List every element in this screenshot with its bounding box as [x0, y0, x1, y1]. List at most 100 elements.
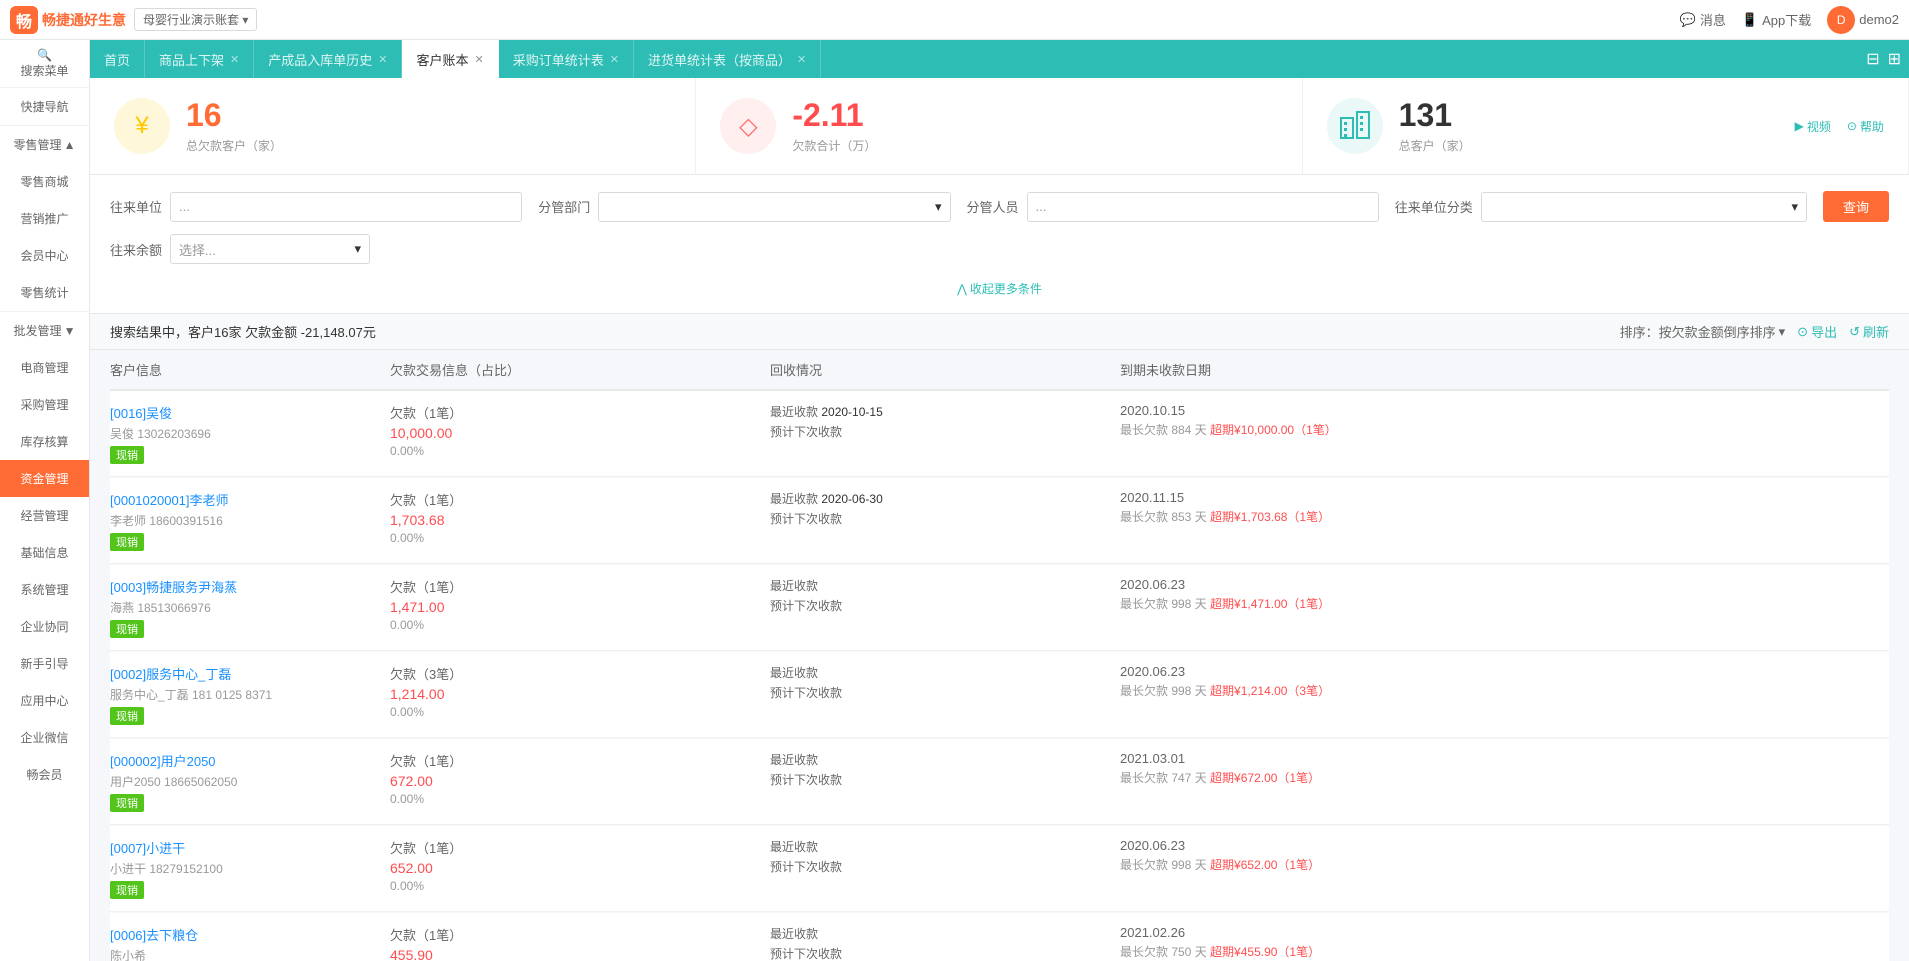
- overdue-info-3: 2020.06.23 最长欠款 998 天 超期¥1,214.00（3笔）: [1120, 664, 1889, 699]
- sidebar-item-ops-mgmt[interactable]: 经营管理: [0, 497, 89, 534]
- source-unit-input[interactable]: ...: [170, 192, 522, 222]
- sidebar-item-enterprise[interactable]: 企业协同: [0, 608, 89, 645]
- tab-close-purchase-orders[interactable]: ✕: [610, 53, 619, 66]
- overdue-days-0: 最长欠款 884 天 超期¥10,000.00（1笔）: [1120, 421, 1889, 438]
- tab-purchase-orders[interactable]: 采购订单统计表 ✕: [499, 40, 634, 78]
- customer-name-0[interactable]: [0016]吴俊: [110, 403, 390, 422]
- sidebar-item-system[interactable]: 系统管理: [0, 571, 89, 608]
- video-btn[interactable]: ▶ 视频: [1795, 118, 1831, 135]
- unit-category-select[interactable]: ▾: [1481, 192, 1807, 222]
- header-customer: 客户信息: [110, 360, 390, 379]
- overdue-days-5: 最长欠款 998 天 超期¥652.00（1笔）: [1120, 856, 1889, 873]
- filter-source-unit: 往来单位 ...: [110, 192, 522, 222]
- table-row: [0016]吴俊 吴俊 13026203696 现销 欠款（1笔） 10,000…: [110, 391, 1889, 477]
- customer-name-2[interactable]: [0003]畅捷服务尹海蒸: [110, 577, 390, 596]
- tab-maximize-btn[interactable]: ⊞: [1888, 49, 1901, 69]
- top-bar: 畅 畅捷通好生意 母婴行业演示账套 ▾ 💬 消息 📱 App下载 D demo2: [0, 0, 1909, 40]
- customer-phone-2: 海燕 18513066976: [110, 599, 390, 616]
- sidebar-item-purchase-mgmt[interactable]: 采购管理: [0, 386, 89, 423]
- customer-info-6: [0006]去下粮仓 陈小希 现销: [110, 925, 390, 961]
- recovery-last-4: 最近收款: [770, 751, 1120, 768]
- recovery-next-2: 预计下次收款: [770, 597, 1120, 614]
- debt-amount-2[interactable]: 1,471.00: [390, 599, 770, 615]
- person-input[interactable]: ...: [1027, 192, 1379, 222]
- overdue-days-2: 最长欠款 998 天 超期¥1,471.00（1笔）: [1120, 595, 1889, 612]
- sort-select[interactable]: 排序：按欠款金额倒序排序 ▾: [1620, 322, 1786, 341]
- customer-name-3[interactable]: [0002]服务中心_丁磊: [110, 664, 390, 683]
- debt-count-4: 欠款（1笔）: [390, 751, 770, 770]
- search-button[interactable]: 查询: [1823, 191, 1889, 222]
- sidebar-item-new-guide[interactable]: 新手引导: [0, 645, 89, 682]
- overdue-date-0: 2020.10.15: [1120, 403, 1889, 418]
- debt-amount-1[interactable]: 1,703.68: [390, 512, 770, 528]
- stat-card-debt-customers: ¥ 16 总欠款客户（家）: [90, 78, 696, 174]
- stat-card-total-customers: 131 总客户（家） ▶ 视频 ⊙ 帮助: [1303, 78, 1909, 174]
- sidebar-item-basic-info[interactable]: 基础信息: [0, 534, 89, 571]
- recovery-info-5: 最近收款 预计下次收款: [770, 838, 1120, 878]
- overdue-info-6: 2021.02.26 最长欠款 750 天 超期¥455.90（1笔）: [1120, 925, 1889, 960]
- message-btn[interactable]: 💬 消息: [1680, 10, 1726, 29]
- tab-close-purchase-stats[interactable]: ✕: [797, 53, 806, 66]
- dept-select[interactable]: ▾: [598, 192, 950, 222]
- help-btn[interactable]: ⊙ 帮助: [1847, 118, 1884, 135]
- tab-close-customer-account[interactable]: ✕: [475, 53, 484, 66]
- status-badge-0: 现销: [110, 446, 144, 464]
- debt-amount-label: 欠款合计（万）: [792, 137, 876, 154]
- debt-amount-3[interactable]: 1,214.00: [390, 686, 770, 702]
- app-download-btn[interactable]: 📱 App下载: [1742, 10, 1811, 29]
- sidebar-item-retail-mgmt[interactable]: 零售管理 ▲: [0, 126, 89, 163]
- sidebar-item-ecommerce[interactable]: 电商管理: [0, 349, 89, 386]
- recovery-last-1: 最近收款 2020-06-30: [770, 490, 1120, 507]
- customer-name-6[interactable]: [0006]去下粮仓: [110, 925, 390, 944]
- sidebar-item-marketing[interactable]: 营销推广: [0, 200, 89, 237]
- tab-home[interactable]: 首页: [90, 40, 145, 78]
- sidebar-item-corp-wechat[interactable]: 企业微信: [0, 719, 89, 756]
- table-row: [0001020001]李老师 李老师 18600391516 现销 欠款（1笔…: [110, 478, 1889, 564]
- recovery-next-4: 预计下次收款: [770, 771, 1120, 788]
- tab-close-production[interactable]: ✕: [378, 53, 387, 66]
- debt-amount-6[interactable]: 455.90: [390, 947, 770, 961]
- tab-close-products[interactable]: ✕: [230, 53, 239, 66]
- status-badge-4: 现销: [110, 794, 144, 812]
- recovery-last-6: 最近收款: [770, 925, 1120, 942]
- export-btn[interactable]: ⊙ 导出: [1797, 322, 1837, 341]
- debt-count-0: 欠款（1笔）: [390, 403, 770, 422]
- sidebar-search[interactable]: 🔍 搜索菜单: [0, 40, 89, 88]
- sidebar-item-finance[interactable]: 资金管理: [0, 460, 89, 497]
- debt-amount-0[interactable]: 10,000.00: [390, 425, 770, 441]
- sidebar-item-batch-mgmt[interactable]: 批发管理 ▼: [0, 312, 89, 349]
- debt-info-2: 欠款（1笔） 1,471.00 0.00%: [390, 577, 770, 632]
- sidebar-item-vip[interactable]: 畅会员: [0, 756, 89, 793]
- customer-name-4[interactable]: [000002]用户2050: [110, 751, 390, 770]
- table-row: [0007]小进干 小进干 18279152100 现销 欠款（1笔） 652.…: [110, 826, 1889, 912]
- logo-text: 畅捷通好生意: [42, 10, 126, 30]
- sidebar-item-app-center[interactable]: 应用中心: [0, 682, 89, 719]
- tab-products[interactable]: 商品上下架 ✕: [145, 40, 254, 78]
- overdue-info-0: 2020.10.15 最长欠款 884 天 超期¥10,000.00（1笔）: [1120, 403, 1889, 438]
- tab-minimize-btn[interactable]: ⊟: [1866, 49, 1879, 69]
- customer-name-5[interactable]: [0007]小进干: [110, 838, 390, 857]
- debt-amount-5[interactable]: 652.00: [390, 860, 770, 876]
- sidebar-item-retail-shop[interactable]: 零售商城: [0, 163, 89, 200]
- company-selector[interactable]: 母婴行业演示账套 ▾: [134, 8, 257, 31]
- tab-customer-account[interactable]: 客户账本 ✕: [402, 40, 498, 78]
- customer-name-1[interactable]: [0001020001]李老师: [110, 490, 390, 509]
- collapse-btn[interactable]: ⋀ 收起更多条件: [957, 280, 1042, 297]
- debt-count-3: 欠款（3笔）: [390, 664, 770, 683]
- user-menu[interactable]: D demo2: [1827, 6, 1899, 34]
- sidebar-item-quick-nav[interactable]: 快捷导航: [0, 88, 89, 125]
- stat-icon-debt-amount: ◇: [720, 98, 776, 154]
- tab-production[interactable]: 产成品入库单历史 ✕: [254, 40, 402, 78]
- debt-ratio-3: 0.00%: [390, 705, 770, 719]
- stat-card-actions: ▶ 视频 ⊙ 帮助: [1795, 118, 1884, 135]
- sidebar-item-retail-stats[interactable]: 零售统计: [0, 274, 89, 311]
- sidebar-item-inventory[interactable]: 库存核算: [0, 423, 89, 460]
- sidebar-item-member[interactable]: 会员中心: [0, 237, 89, 274]
- tab-purchase-stats[interactable]: 进货单统计表（按商品） ✕: [634, 40, 821, 78]
- debt-amount-4[interactable]: 672.00: [390, 773, 770, 789]
- refresh-btn[interactable]: ↺ 刷新: [1849, 322, 1889, 341]
- recovery-next-5: 预计下次收款: [770, 858, 1120, 875]
- overdue-days-3: 最长欠款 998 天 超期¥1,214.00（3笔）: [1120, 682, 1889, 699]
- debt-count-1: 欠款（1笔）: [390, 490, 770, 509]
- balance-select[interactable]: 选择... ▾: [170, 234, 370, 264]
